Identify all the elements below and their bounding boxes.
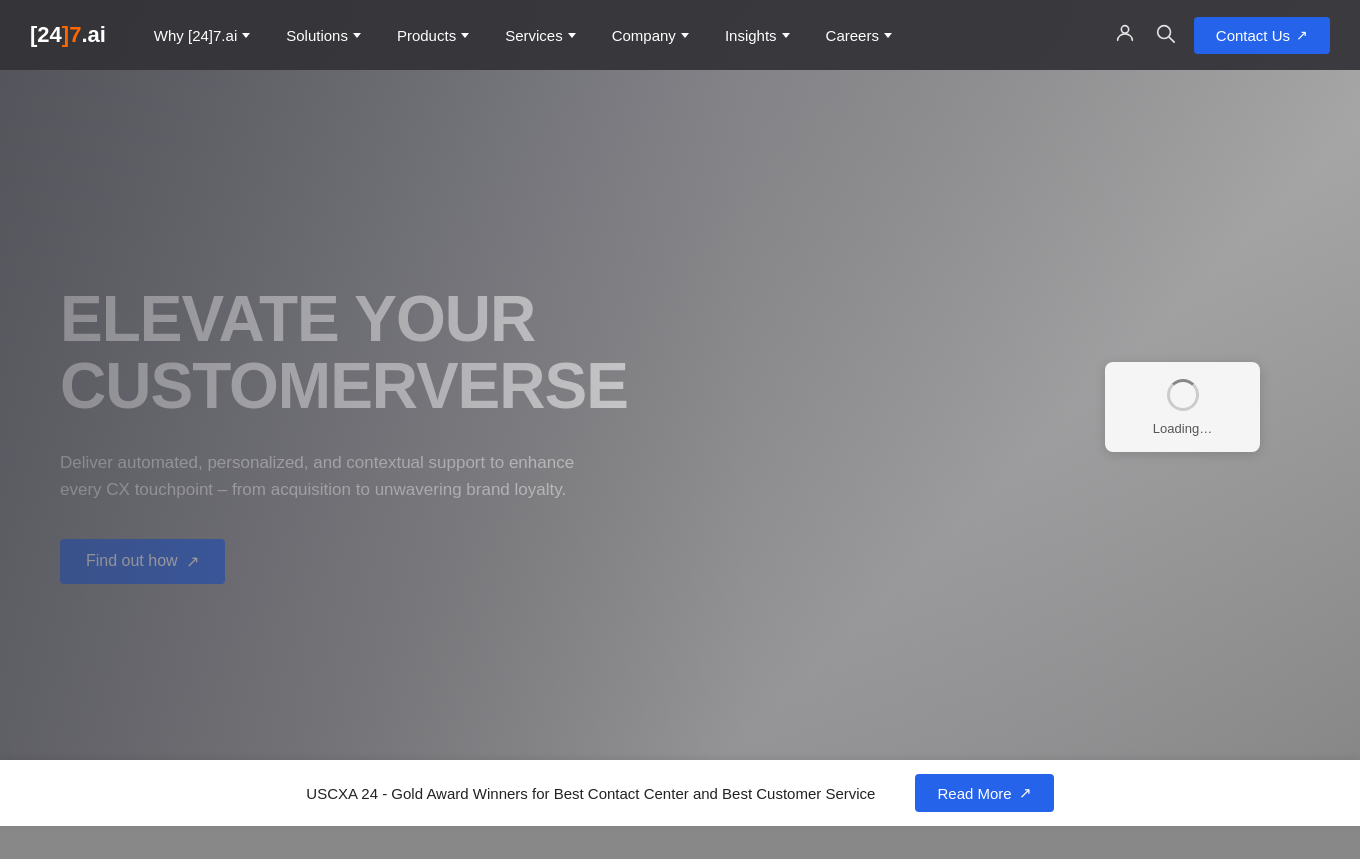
nav-label-products: Products — [397, 27, 456, 44]
arrow-icon-read-more: ↗ — [1019, 784, 1032, 802]
find-out-how-button[interactable]: Find out how ↗ — [60, 539, 225, 584]
chevron-down-icon-why — [242, 33, 250, 38]
chevron-down-icon-insights — [782, 33, 790, 38]
nav-item-why[interactable]: Why [24]7.ai — [136, 0, 268, 70]
hero-title-line1: ELEVATE YOUR — [60, 283, 535, 355]
logo[interactable]: [ 24 ]7 .ai — [30, 22, 106, 48]
hero-title-line2: CUSTOMERVERSE — [60, 350, 628, 422]
loading-spinner — [1167, 379, 1199, 411]
nav-item-company[interactable]: Company — [594, 0, 707, 70]
nav-label-careers: Careers — [826, 27, 879, 44]
read-more-button[interactable]: Read More ↗ — [915, 774, 1053, 812]
contact-us-label: Contact Us — [1216, 27, 1290, 44]
nav-label-services: Services — [505, 27, 563, 44]
chevron-down-icon-company — [681, 33, 689, 38]
nav-item-careers[interactable]: Careers — [808, 0, 910, 70]
find-out-how-label: Find out how — [86, 552, 178, 570]
hero-content: ELEVATE YOUR CUSTOMERVERSE Deliver autom… — [0, 286, 688, 584]
bottom-banner: USCXA 24 - Gold Award Winners for Best C… — [0, 760, 1360, 826]
nav-item-services[interactable]: Services — [487, 0, 594, 70]
chevron-down-icon-products — [461, 33, 469, 38]
nav-label-why: Why [24]7.ai — [154, 27, 237, 44]
navbar: [ 24 ]7 .ai Why [24]7.ai Solutions Produ… — [0, 0, 1360, 70]
user-icon[interactable] — [1114, 22, 1136, 49]
logo-bracket-open: [ — [30, 22, 37, 48]
search-icon[interactable] — [1154, 22, 1176, 49]
nav-items: Why [24]7.ai Solutions Products Services… — [136, 0, 1114, 70]
nav-label-solutions: Solutions — [286, 27, 348, 44]
loading-text: Loading… — [1153, 421, 1212, 436]
hero-title: ELEVATE YOUR CUSTOMERVERSE — [60, 286, 628, 420]
contact-us-button[interactable]: Contact Us ↗ — [1194, 17, 1330, 54]
chevron-down-icon-services — [568, 33, 576, 38]
logo-7: ]7 — [62, 22, 82, 48]
hero-section: ELEVATE YOUR CUSTOMERVERSE Deliver autom… — [0, 0, 1360, 760]
read-more-label: Read More — [937, 785, 1011, 802]
nav-item-insights[interactable]: Insights — [707, 0, 808, 70]
nav-right: Contact Us ↗ — [1114, 17, 1330, 54]
nav-label-insights: Insights — [725, 27, 777, 44]
chevron-down-icon-solutions — [353, 33, 361, 38]
logo-24: 24 — [37, 22, 61, 48]
svg-line-2 — [1169, 37, 1174, 42]
arrow-icon-cta: ↗ — [186, 552, 199, 571]
svg-point-0 — [1121, 25, 1128, 32]
chevron-down-icon-careers — [884, 33, 892, 38]
nav-item-products[interactable]: Products — [379, 0, 487, 70]
nav-item-solutions[interactable]: Solutions — [268, 0, 379, 70]
arrow-icon: ↗ — [1296, 27, 1308, 43]
loading-card: Loading… — [1105, 362, 1260, 452]
logo-ai: .ai — [81, 22, 105, 48]
hero-subtitle: Deliver automated, personalized, and con… — [60, 449, 620, 503]
nav-label-company: Company — [612, 27, 676, 44]
banner-text: USCXA 24 - Gold Award Winners for Best C… — [306, 785, 875, 802]
